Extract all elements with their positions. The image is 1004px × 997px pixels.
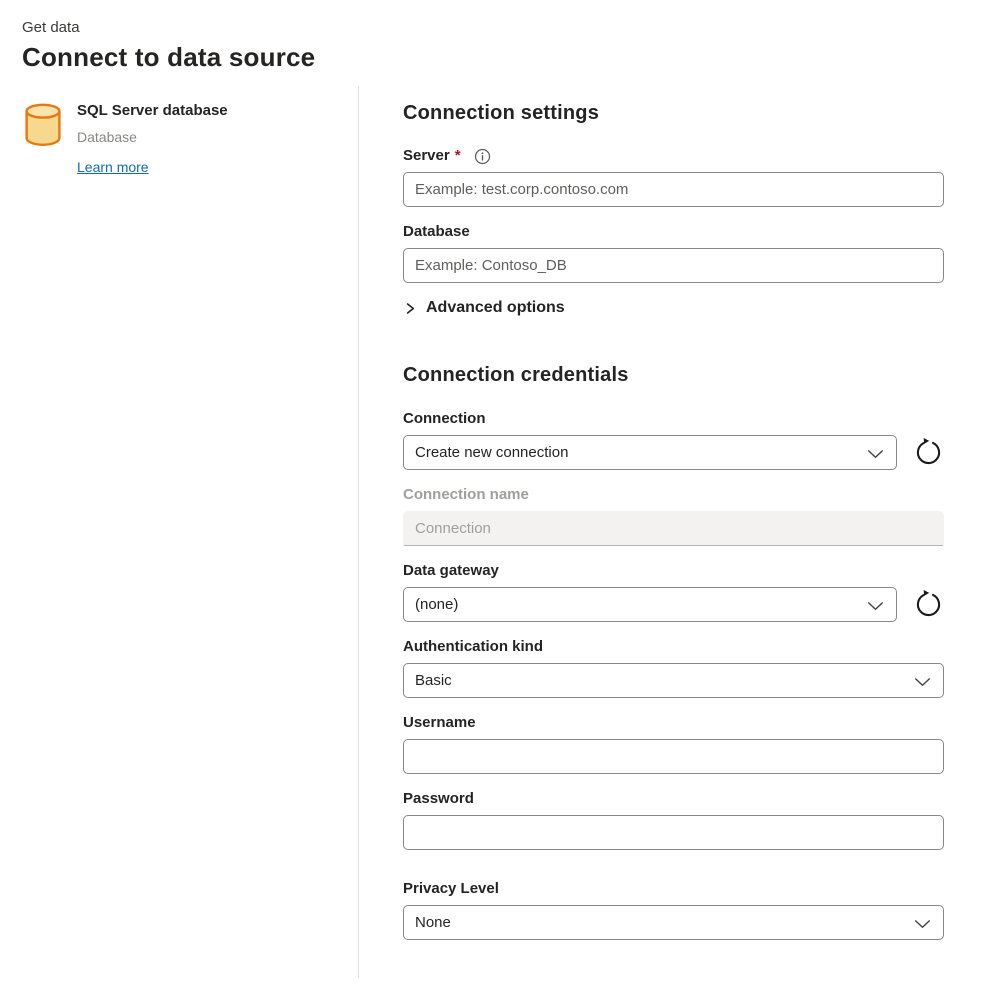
connection-select[interactable]: Create new connection bbox=[403, 435, 897, 470]
data-gateway-field: Data gateway (none) bbox=[403, 562, 944, 622]
chevron-right-icon bbox=[403, 301, 417, 316]
authentication-kind-select[interactable]: Basic bbox=[403, 663, 944, 698]
refresh-icon bbox=[913, 437, 944, 468]
chevron-down-icon bbox=[867, 599, 884, 613]
data-gateway-select-value: (none) bbox=[415, 596, 458, 613]
server-label: Server bbox=[403, 147, 450, 165]
connection-form: Connection settings Server * bbox=[359, 86, 1004, 978]
chevron-down-icon bbox=[914, 917, 931, 931]
refresh-connections-button[interactable] bbox=[913, 436, 944, 470]
connection-select-value: Create new connection bbox=[415, 444, 568, 461]
refresh-icon bbox=[913, 589, 944, 620]
connection-label: Connection bbox=[403, 410, 486, 428]
database-field: Database bbox=[403, 223, 944, 283]
chevron-down-icon bbox=[867, 447, 884, 461]
server-input[interactable] bbox=[403, 172, 944, 207]
connect-data-source-dialog: Get data Connect to data source SQL Serv… bbox=[0, 0, 1004, 997]
connection-name-field: Connection name bbox=[403, 486, 944, 546]
authentication-kind-select-value: Basic bbox=[415, 672, 452, 689]
connector-card: SQL Server database Database Learn more bbox=[0, 86, 358, 177]
connection-credentials-heading: Connection credentials bbox=[403, 362, 1004, 388]
data-gateway-select[interactable]: (none) bbox=[403, 587, 897, 622]
username-field: Username bbox=[403, 714, 944, 774]
connection-name-label: Connection name bbox=[403, 486, 529, 504]
privacy-level-field: Privacy Level None bbox=[403, 880, 944, 940]
dialog-header: Get data Connect to data source bbox=[0, 0, 1004, 74]
dialog-content: SQL Server database Database Learn more … bbox=[0, 86, 1004, 978]
server-field: Server * bbox=[403, 147, 944, 207]
privacy-level-select-value: None bbox=[415, 914, 451, 931]
privacy-level-label: Privacy Level bbox=[403, 880, 499, 898]
connection-name-input bbox=[403, 511, 944, 546]
password-input[interactable] bbox=[403, 815, 944, 850]
advanced-options-toggle[interactable]: Advanced options bbox=[403, 299, 944, 317]
required-marker: * bbox=[455, 147, 461, 165]
password-field: Password bbox=[403, 790, 944, 850]
page-title: Connect to data source bbox=[22, 41, 1004, 74]
breadcrumb: Get data bbox=[22, 18, 1004, 37]
chevron-down-icon bbox=[914, 675, 931, 689]
authentication-kind-label: Authentication kind bbox=[403, 638, 543, 656]
connection-field: Connection Create new connection bbox=[403, 410, 944, 470]
info-icon[interactable] bbox=[474, 148, 491, 165]
connector-category: Database bbox=[77, 128, 228, 146]
database-label: Database bbox=[403, 223, 470, 241]
database-input[interactable] bbox=[403, 248, 944, 283]
password-label: Password bbox=[403, 790, 474, 808]
data-gateway-label: Data gateway bbox=[403, 562, 499, 580]
username-input[interactable] bbox=[403, 739, 944, 774]
database-cylinder-icon bbox=[24, 103, 62, 177]
privacy-level-select[interactable]: None bbox=[403, 905, 944, 940]
advanced-options-label: Advanced options bbox=[426, 299, 565, 317]
refresh-gateways-button[interactable] bbox=[913, 588, 944, 622]
authentication-kind-field: Authentication kind Basic bbox=[403, 638, 944, 698]
connection-settings-heading: Connection settings bbox=[403, 100, 1004, 126]
connector-panel: SQL Server database Database Learn more bbox=[0, 86, 359, 978]
connector-info: SQL Server database Database Learn more bbox=[77, 101, 228, 177]
connector-name: SQL Server database bbox=[77, 101, 228, 120]
username-label: Username bbox=[403, 714, 476, 732]
learn-more-link[interactable]: Learn more bbox=[77, 159, 149, 175]
